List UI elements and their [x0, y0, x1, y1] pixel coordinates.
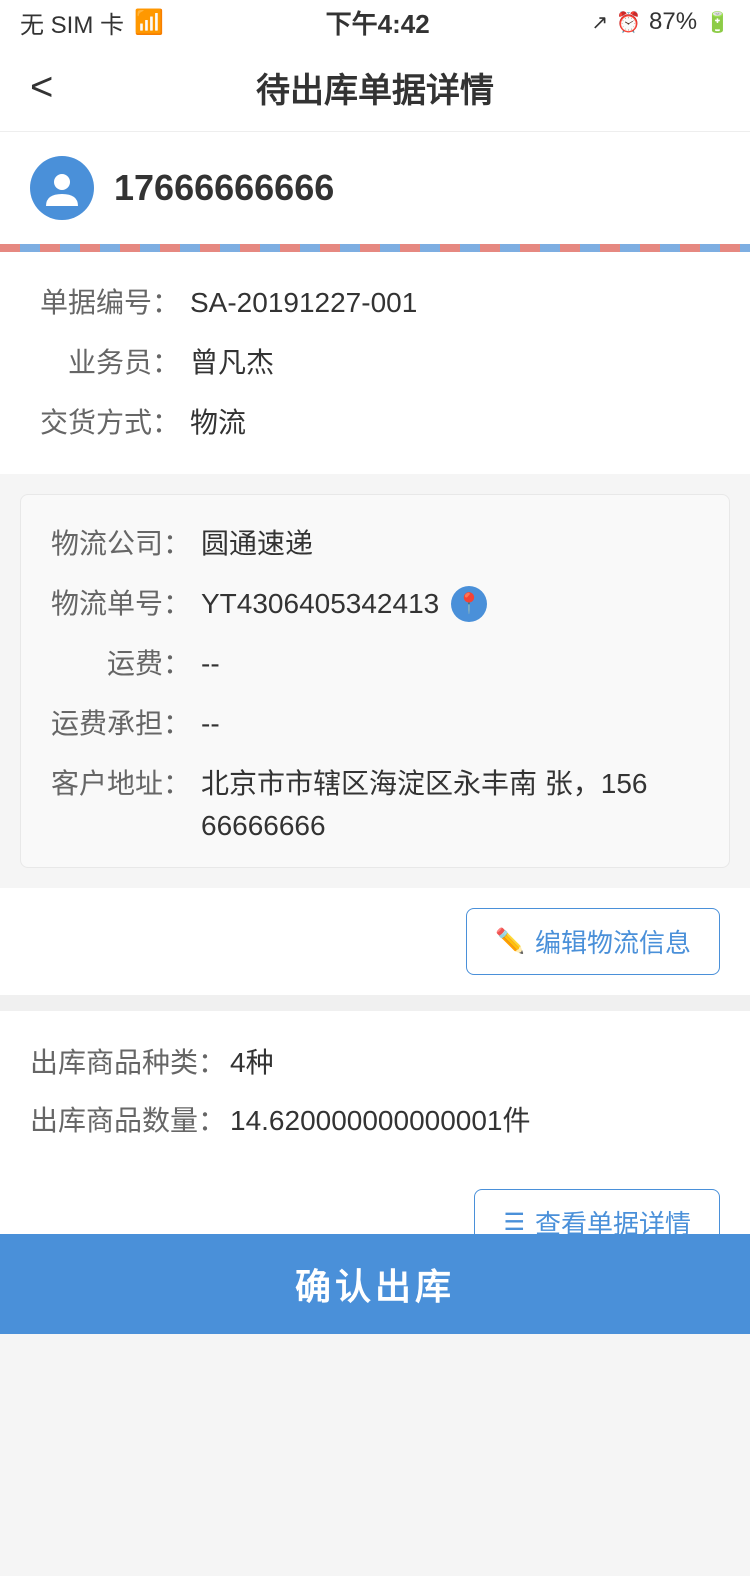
logistics-company-row: 物流公司： 圆通速递: [41, 523, 709, 565]
status-time: 下午4:42: [326, 4, 430, 41]
location-icon[interactable]: 📍: [451, 586, 487, 622]
document-number-row: 单据编号： SA-20191227-001: [30, 282, 720, 324]
customer-phone: 17666666666: [114, 167, 334, 209]
product-quantity-value: 14.620000000000001件: [230, 1099, 531, 1139]
section-divider: [0, 995, 750, 1011]
delivery-method-row: 交货方式： 物流: [30, 402, 720, 444]
tracking-number-text: YT4306405342413: [201, 583, 439, 625]
confirm-button[interactable]: 确认出库: [0, 1234, 750, 1334]
wifi-icon: 📶: [134, 8, 164, 37]
delivery-method-label: 交货方式：: [30, 402, 190, 444]
dashed-separator: [0, 244, 750, 252]
confirm-button-label: 确认出库: [295, 1258, 455, 1310]
product-types-label: 出库商品种类：: [30, 1041, 230, 1081]
delivery-method-value: 物流: [190, 402, 720, 444]
battery-text: 87%: [649, 8, 697, 36]
status-left: 无 SIM 卡 📶: [20, 5, 164, 40]
tracking-number-label: 物流单号：: [41, 583, 201, 625]
back-button[interactable]: <: [30, 65, 53, 110]
edit-logistics-label: 编辑物流信息: [535, 923, 691, 960]
back-icon: <: [30, 65, 53, 109]
logistics-company-label: 物流公司：: [41, 523, 201, 565]
freight-row: 运费： --: [41, 643, 709, 685]
freight-bearer-value: --: [201, 703, 709, 745]
status-right: ↗ ⏰ 87% 🔋: [591, 8, 730, 36]
product-quantity-row: 出库商品数量： 14.620000000000001件: [30, 1099, 720, 1139]
product-types-row: 出库商品种类： 4种: [30, 1041, 720, 1081]
alarm-icon: ⏰: [616, 10, 641, 35]
document-number-value: SA-20191227-001: [190, 282, 720, 324]
freight-label: 运费：: [41, 643, 201, 685]
sales-person-label: 业务员：: [30, 342, 190, 384]
logistics-section: 物流公司： 圆通速递 物流单号： YT4306405342413 📍 运费： -…: [20, 494, 730, 868]
freight-value: --: [201, 643, 709, 685]
tracking-number-value-container: YT4306405342413 📍: [201, 583, 709, 625]
document-info-section: 单据编号： SA-20191227-001 业务员： 曾凡杰 交货方式： 物流: [0, 252, 750, 474]
freight-bearer-row: 运费承担： --: [41, 703, 709, 745]
logistics-company-value: 圆通速递: [201, 523, 709, 565]
product-section: 出库商品种类： 4种 出库商品数量： 14.620000000000001件: [0, 1011, 750, 1169]
edit-logistics-wrapper: ✏️ 编辑物流信息: [0, 888, 750, 995]
freight-bearer-label: 运费承担：: [41, 703, 201, 745]
status-bar: 无 SIM 卡 📶 下午4:42 ↗ ⏰ 87% 🔋: [0, 0, 750, 44]
edit-logistics-button[interactable]: ✏️ 编辑物流信息: [466, 908, 720, 975]
product-quantity-label: 出库商品数量：: [30, 1099, 230, 1139]
sales-person-row: 业务员： 曾凡杰: [30, 342, 720, 384]
battery-icon: 🔋: [705, 10, 730, 35]
avatar: [30, 156, 94, 220]
person-icon: [42, 168, 82, 208]
address-label: 客户地址：: [41, 763, 201, 805]
product-types-value: 4种: [230, 1041, 274, 1081]
page-title: 待出库单据详情: [256, 63, 494, 112]
customer-header: 17666666666: [0, 132, 750, 244]
gps-icon: ↗: [591, 10, 608, 35]
edit-icon: ✏️: [495, 927, 525, 956]
nav-bar: < 待出库单据详情: [0, 44, 750, 132]
sales-person-value: 曾凡杰: [190, 342, 720, 384]
address-value: 北京市市辖区海淀区永丰南 张，156 66666666: [201, 763, 709, 847]
carrier-text: 无 SIM 卡: [20, 5, 124, 40]
detail-icon: ☰: [503, 1208, 525, 1237]
address-row: 客户地址： 北京市市辖区海淀区永丰南 张，156 66666666: [41, 763, 709, 847]
document-number-label: 单据编号：: [30, 282, 190, 324]
tracking-number-row: 物流单号： YT4306405342413 📍: [41, 583, 709, 625]
main-content: 17666666666 单据编号： SA-20191227-001 业务员： 曾…: [0, 132, 750, 1576]
